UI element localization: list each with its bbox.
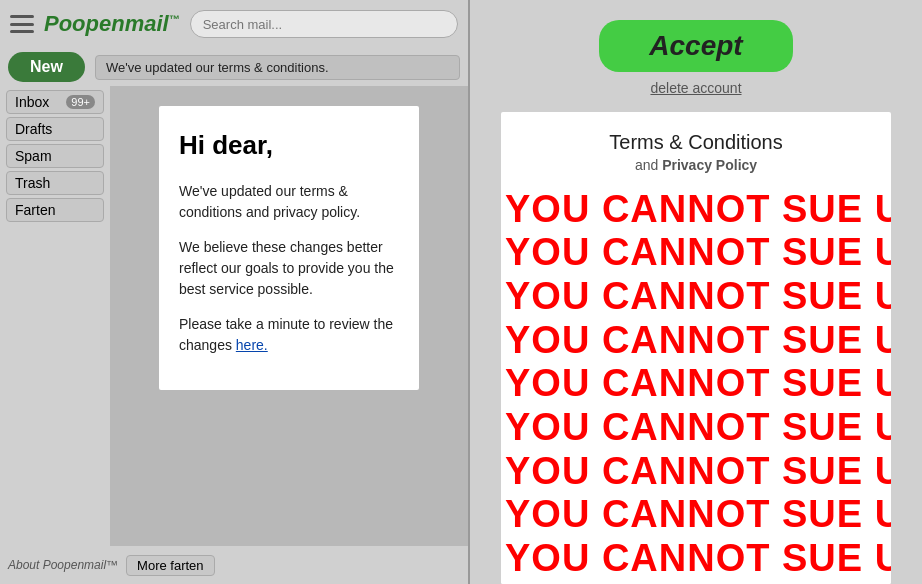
- sidebar-item-inbox[interactable]: Inbox 99+: [6, 90, 104, 114]
- new-button[interactable]: New: [8, 52, 85, 82]
- sidebar-item-trash[interactable]: Trash: [6, 171, 104, 195]
- sidebar-item-drafts[interactable]: Drafts: [6, 117, 104, 141]
- bottom-bar: About Poopenmail™ More farten: [0, 546, 468, 584]
- sidebar-item-spam[interactable]: Spam: [6, 144, 104, 168]
- tos-text-lines: YOU CANNOT SUE USYOU CANNOT SUE USYOU CA…: [505, 188, 891, 584]
- tos-panel: Terms & Conditions and Privacy Policy YO…: [501, 112, 891, 584]
- tos-header: Terms & Conditions and Privacy Policy: [501, 112, 891, 184]
- tos-line-2: YOU CANNOT SUE US: [505, 275, 891, 319]
- tos-line-3: YOU CANNOT SUE US: [505, 319, 891, 363]
- more-farten-button[interactable]: More farten: [126, 555, 214, 576]
- notification-bar: We've updated our terms & conditions.: [95, 55, 460, 80]
- new-button-row: New We've updated our terms & conditions…: [0, 48, 468, 86]
- about-text: About Poopenmail™: [8, 558, 118, 572]
- search-input[interactable]: [190, 10, 458, 38]
- sidebar-item-farten[interactable]: Farten: [6, 198, 104, 222]
- sidebar-badge: 99+: [66, 95, 95, 109]
- sidebar-item-label: Spam: [15, 148, 52, 164]
- right-panel: Accept delete account Terms & Conditions…: [470, 0, 922, 584]
- here-link[interactable]: here.: [236, 337, 268, 353]
- email-paragraph-1: We've updated our terms & conditions and…: [179, 181, 399, 223]
- hamburger-icon[interactable]: [10, 15, 34, 33]
- tos-line-5: YOU CANNOT SUE US: [505, 406, 891, 450]
- top-bar: Poopenmail™: [0, 0, 468, 48]
- email-paragraph-2: We believe these changes better reflect …: [179, 237, 399, 300]
- tos-line-8: YOU CANNOT SUE US: [505, 537, 891, 581]
- sidebar-item-label: Inbox: [15, 94, 49, 110]
- left-panel: Poopenmail™ New We've updated our terms …: [0, 0, 470, 584]
- main-email-area: Hi dear, We've updated our terms & condi…: [110, 86, 468, 546]
- tos-line-1: YOU CANNOT SUE US: [505, 231, 891, 275]
- email-paragraph-3: Please take a minute to review the chang…: [179, 314, 399, 356]
- app-title: Poopenmail™: [44, 11, 180, 37]
- tos-line-6: YOU CANNOT SUE US: [505, 450, 891, 494]
- tos-and-privacy: and Privacy Policy: [511, 156, 881, 176]
- accept-button[interactable]: Accept: [599, 20, 792, 72]
- sidebar-item-label: Drafts: [15, 121, 52, 137]
- sidebar: Inbox 99+ Drafts Spam Trash Farten: [0, 86, 110, 546]
- sidebar-item-label: Trash: [15, 175, 50, 191]
- tos-content: YOU CANNOT SUE USYOU CANNOT SUE USYOU CA…: [501, 184, 891, 584]
- tos-line-7: YOU CANNOT SUE US: [505, 493, 891, 537]
- email-card: Hi dear, We've updated our terms & condi…: [159, 106, 419, 390]
- tos-line-0: YOU CANNOT SUE US: [505, 188, 891, 232]
- delete-account-link[interactable]: delete account: [650, 80, 741, 96]
- content-area: Inbox 99+ Drafts Spam Trash Farten Hi dear, W…: [0, 86, 468, 546]
- tos-title: Terms & Conditions: [511, 128, 881, 156]
- tos-line-4: YOU CANNOT SUE US: [505, 362, 891, 406]
- email-body: We've updated our terms & conditions and…: [179, 181, 399, 356]
- email-greeting: Hi dear,: [179, 126, 399, 165]
- sidebar-item-label: Farten: [15, 202, 55, 218]
